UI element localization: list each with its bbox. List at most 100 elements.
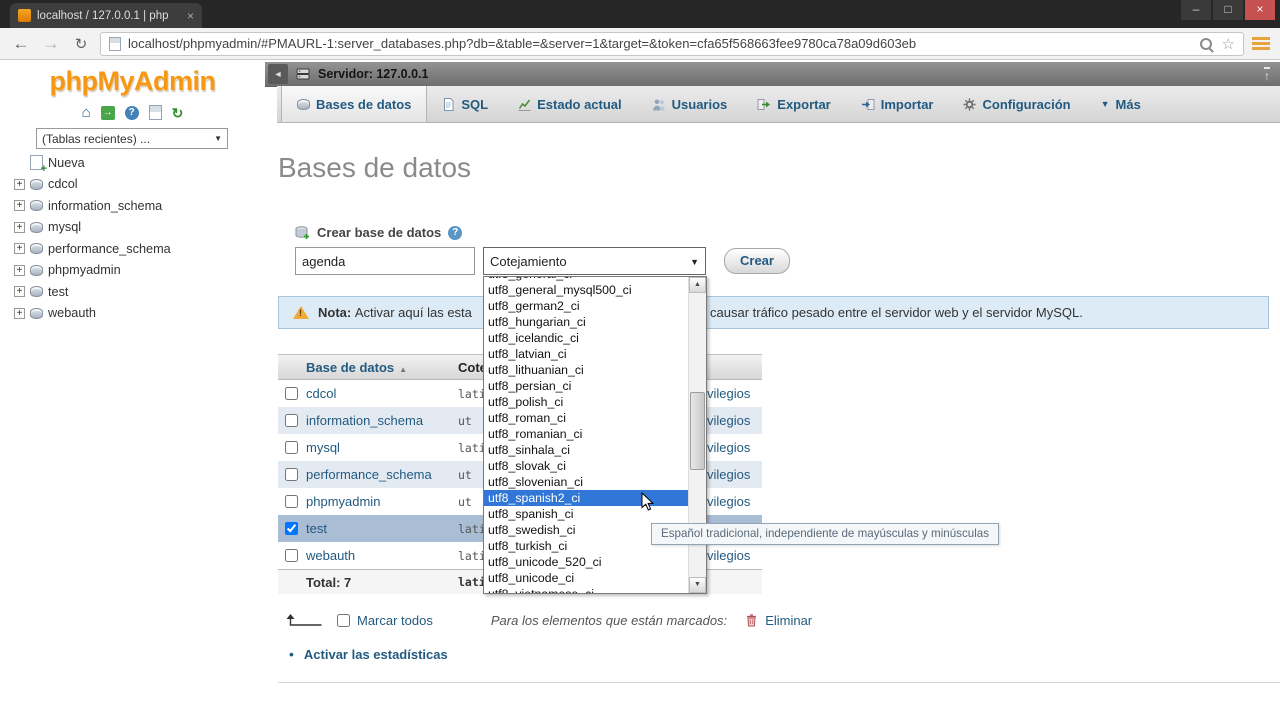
expand-icon[interactable]: + [14,221,25,233]
tree-item-new[interactable]: Nueva [14,152,261,175]
collation-option[interactable]: utf8_persian_ci [484,378,689,394]
database-link[interactable]: phpmyadmin [306,494,380,509]
menu-icon[interactable] [1252,37,1270,40]
dropdown-scrollbar[interactable]: ▲ ▼ [688,277,706,593]
privileges-link[interactable]: vilegios [707,413,750,428]
tree-item-phpmyadmin[interactable]: + phpmyadmin [14,260,261,282]
scroll-top-icon[interactable]: ↑ [1264,67,1270,82]
bookmark-star-icon[interactable]: ☆ [1222,35,1235,53]
browser-tab[interactable]: localhost / 127.0.0.1 | php × [10,3,202,28]
tab-export[interactable]: Exportar [742,86,845,122]
tree-item-information-schema[interactable]: + information_schema [14,195,261,217]
database-link[interactable]: cdcol [306,386,336,401]
tree-item-performance-schema[interactable]: + performance_schema [14,238,261,260]
tree-item-label[interactable]: webauth [48,306,96,320]
logout-icon[interactable]: → [100,105,115,120]
privileges-link[interactable]: vilegios [707,548,750,563]
tab-users[interactable]: Usuarios [637,86,743,122]
collation-option[interactable]: utf8_unicode_ci [484,570,689,586]
collation-option[interactable]: utf8_roman_ci [484,410,689,426]
tree-item-label[interactable]: information_schema [48,199,162,213]
tab-status[interactable]: Estado actual [503,86,637,122]
scrollbar-thumb[interactable] [690,392,705,470]
tree-item-cdcol[interactable]: + cdcol [14,174,261,196]
url-text[interactable]: localhost/phpmyadmin/#PMAURL-1:server_da… [128,36,1193,51]
tree-item-label[interactable]: mysql [48,220,81,234]
delete-button[interactable]: Eliminar [765,613,812,628]
docs-icon[interactable] [148,105,162,120]
row-checkbox[interactable] [284,414,298,427]
help-icon[interactable]: ? [124,105,139,120]
tree-item-webauth[interactable]: + webauth [14,303,261,325]
expand-icon[interactable]: + [14,178,25,190]
expand-icon[interactable]: + [14,286,25,298]
collation-select[interactable]: Cotejamiento ▼ [483,247,706,275]
collation-option[interactable]: utf8_slovak_ci [484,458,689,474]
database-link[interactable]: test [306,521,327,536]
row-checkbox[interactable] [284,468,298,481]
check-all-label[interactable]: Marcar todos [357,613,433,628]
privileges-link[interactable]: vilegios [707,494,750,509]
sort-database-link[interactable]: Base de datos [306,360,394,375]
tab-databases[interactable]: Bases de datos [281,86,428,122]
database-link[interactable]: performance_schema [306,467,432,482]
close-button[interactable]: × [1245,0,1275,20]
tree-item-label[interactable]: phpmyadmin [48,263,121,277]
collation-option[interactable]: utf8_vietnamese_ci [484,586,689,593]
tree-item-mysql[interactable]: + mysql [14,217,261,239]
privileges-link[interactable]: vilegios [707,386,750,401]
refresh-icon[interactable]: ↻ [172,106,184,120]
minimize-button[interactable]: – [1181,0,1211,20]
row-checkbox[interactable] [284,441,298,454]
collation-option[interactable]: utf8_icelandic_ci [484,330,689,346]
database-link[interactable]: information_schema [306,413,423,428]
collation-option[interactable]: utf8_unicode_520_ci [484,554,689,570]
reload-icon[interactable]: ↻ [70,35,92,53]
expand-icon[interactable]: + [14,264,25,276]
create-button[interactable]: Crear [724,248,790,274]
database-link[interactable]: webauth [306,548,355,563]
tree-item-test[interactable]: + test [14,281,261,303]
collation-option[interactable]: utf8_lithuanian_ci [484,362,689,378]
trash-icon[interactable] [745,613,758,627]
address-bar[interactable]: localhost/phpmyadmin/#PMAURL-1:server_da… [100,31,1244,56]
home-icon[interactable]: ⌂ [82,105,91,120]
help-icon[interactable]: ? [448,225,463,240]
back-icon[interactable]: ← [10,34,32,54]
enable-statistics-link[interactable]: Activar las estadísticas [304,647,448,662]
maximize-button[interactable]: □ [1213,0,1243,20]
forward-icon[interactable]: → [40,34,62,54]
tab-more[interactable]: ▼ Más [1086,86,1156,122]
collation-option-selected[interactable]: utf8_spanish2_ci [484,490,689,506]
tree-item-label[interactable]: performance_schema [48,242,171,256]
collation-option[interactable]: utf8_romanian_ci [484,426,689,442]
row-checkbox[interactable] [284,495,298,508]
collation-option[interactable]: utf8_german2_ci [484,298,689,314]
collation-option[interactable]: utf8_latvian_ci [484,346,689,362]
tree-item-label[interactable]: cdcol [48,177,78,191]
collation-dropdown-list[interactable]: utf8_general_ci utf8_general_mysql500_ci… [483,276,707,594]
tab-settings[interactable]: Configuración [948,86,1085,122]
database-name-input[interactable] [295,247,475,275]
recent-tables-select[interactable]: (Tablas recientes) ... ▼ [36,128,228,149]
expand-icon[interactable]: + [14,200,25,212]
tree-item-label[interactable]: Nueva [48,156,85,170]
tab-sql[interactable]: SQL [427,86,503,122]
row-checkbox[interactable] [284,549,298,562]
row-checkbox[interactable] [284,387,298,400]
collation-option[interactable]: utf8_sinhala_ci [484,442,689,458]
scroll-up-icon[interactable]: ▲ [689,277,706,293]
zoom-icon[interactable] [1199,37,1212,50]
collapse-panel-icon[interactable]: ◄ [268,64,288,84]
collation-option[interactable]: utf8_hungarian_ci [484,314,689,330]
privileges-link[interactable]: vilegios [707,440,750,455]
check-all-checkbox[interactable] [337,613,350,627]
database-link[interactable]: mysql [306,440,340,455]
tab-close-icon[interactable]: × [187,9,194,23]
collation-option[interactable]: utf8_general_mysql500_ci [484,282,689,298]
collation-option[interactable]: utf8_slovenian_ci [484,474,689,490]
scroll-down-icon[interactable]: ▼ [689,577,706,593]
tab-import[interactable]: Importar [846,86,949,122]
collation-option[interactable]: utf8_spanish_ci [484,506,689,522]
phpmyadmin-logo[interactable]: phpMyAdmin [0,66,265,97]
